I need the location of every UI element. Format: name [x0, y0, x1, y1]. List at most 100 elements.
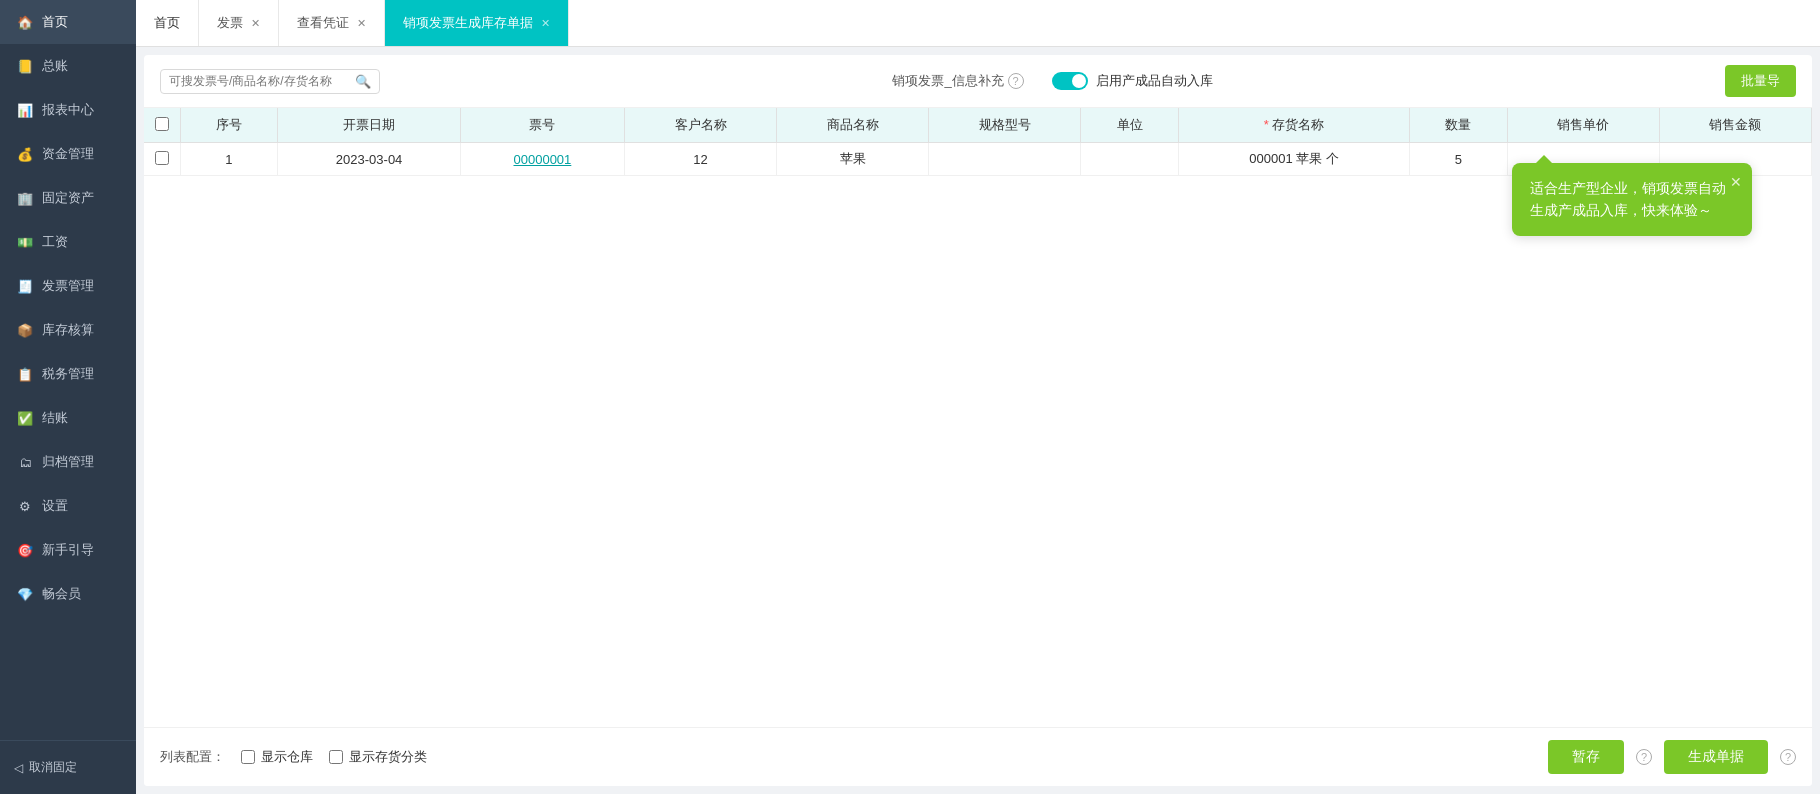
- sidebar-item-home-label: 首页: [42, 13, 68, 31]
- sidebar-item-ledger-label: 总账: [42, 57, 68, 75]
- sidebar-item-settings-label: 设置: [42, 497, 68, 515]
- info-icon-tooltip[interactable]: ?: [1008, 73, 1024, 89]
- guide-icon: 🎯: [16, 541, 34, 559]
- sidebar-item-settlement[interactable]: ✅ 结账: [0, 396, 136, 440]
- tab-invoice-close[interactable]: ✕: [251, 17, 260, 30]
- tab-invoice-label: 发票: [217, 14, 243, 32]
- sidebar-item-home[interactable]: 🏠 首页: [0, 0, 136, 44]
- table-header-row: 序号 开票日期 票号 客户名称 商品名称 规格型号 单位 存货名称 数量 销售单…: [144, 108, 1812, 143]
- toggle-group: 启用产成品自动入库: [1052, 72, 1213, 90]
- th-qty: 数量: [1409, 108, 1507, 143]
- sidebar-item-report-label: 报表中心: [42, 101, 94, 119]
- th-inventory: 存货名称: [1179, 108, 1409, 143]
- tab-home-label: 首页: [154, 14, 180, 32]
- tab-cancel-invoice[interactable]: 销项发票生成库存单据 ✕: [385, 0, 569, 46]
- sidebar-item-guide[interactable]: 🎯 新手引导: [0, 528, 136, 572]
- th-unit: 单位: [1081, 108, 1179, 143]
- th-unit-price: 销售单价: [1507, 108, 1659, 143]
- sidebar-item-fixed-assets[interactable]: 🏢 固定资产: [0, 176, 136, 220]
- th-date: 开票日期: [278, 108, 460, 143]
- sidebar-item-invoice-mgmt[interactable]: 🧾 发票管理: [0, 264, 136, 308]
- save-button[interactable]: 暂存: [1548, 740, 1624, 774]
- td-seq: 1: [180, 143, 278, 176]
- sidebar-item-inventory-label: 库存核算: [42, 321, 94, 339]
- save-help-icon[interactable]: ?: [1636, 749, 1652, 765]
- inventory-icon: 📦: [16, 321, 34, 339]
- search-icon[interactable]: 🔍: [355, 74, 371, 89]
- info-label-group: 销项发票_信息补充 ?: [892, 72, 1023, 90]
- td-date: 2023-03-04: [278, 143, 460, 176]
- settlement-icon: ✅: [16, 409, 34, 427]
- archive-icon: 🗂: [16, 453, 34, 471]
- tab-cancel-invoice-label: 销项发票生成库存单据: [403, 14, 533, 32]
- tax-icon: 📋: [16, 365, 34, 383]
- tooltip-close-icon[interactable]: ✕: [1730, 171, 1742, 193]
- sidebar-item-invoice-mgmt-label: 发票管理: [42, 277, 94, 295]
- sidebar-item-inventory[interactable]: 📦 库存核算: [0, 308, 136, 352]
- sidebar-item-salary[interactable]: 💵 工资: [0, 220, 136, 264]
- th-amount: 销售金额: [1659, 108, 1811, 143]
- td-spec: [929, 143, 1081, 176]
- th-customer: 客户名称: [625, 108, 777, 143]
- sidebar-item-capital[interactable]: 💰 资金管理: [0, 132, 136, 176]
- show-inventory-category-checkbox[interactable]: [329, 750, 343, 764]
- vip-icon: 💎: [16, 585, 34, 603]
- sidebar: 🏠 首页 📒 总账 📊 报表中心 💰 资金管理 🏢 固定资产 💵 工资 🧾 发票…: [0, 0, 136, 794]
- td-customer: 12: [625, 143, 777, 176]
- footer-actions: 暂存 ? 生成单据 ?: [1548, 740, 1796, 774]
- info-label-text: 销项发票_信息补充: [892, 72, 1003, 90]
- cancel-fixed-button[interactable]: ◁ 取消固定: [0, 749, 136, 786]
- row-checkbox[interactable]: [155, 151, 169, 165]
- sidebar-item-tax[interactable]: 📋 税务管理: [0, 352, 136, 396]
- th-product: 商品名称: [777, 108, 929, 143]
- sidebar-item-settlement-label: 结账: [42, 409, 68, 427]
- tooltip-text: 适合生产型企业，销项发票自动生成产成品入库，快来体验～: [1530, 180, 1726, 218]
- show-inventory-category-text: 显示存货分类: [349, 748, 427, 766]
- fixed-assets-icon: 🏢: [16, 189, 34, 207]
- home-icon: 🏠: [16, 13, 34, 31]
- toggle-label: 启用产成品自动入库: [1096, 72, 1213, 90]
- search-input[interactable]: [169, 74, 349, 88]
- cancel-fixed-label: 取消固定: [29, 759, 77, 776]
- show-warehouse-label[interactable]: 显示仓库: [261, 748, 313, 766]
- td-product: 苹果: [777, 143, 929, 176]
- tab-voucher[interactable]: 查看凭证 ✕: [279, 0, 385, 46]
- content-area: 🔍 销项发票_信息补充 ? 启用产成品自动入库 批量导 序: [144, 55, 1812, 786]
- batch-button[interactable]: 批量导: [1725, 65, 1796, 97]
- td-ticket-no[interactable]: 00000001: [460, 143, 624, 176]
- footer-check-category: 显示存货分类: [329, 748, 427, 766]
- sidebar-item-report[interactable]: 📊 报表中心: [0, 88, 136, 132]
- tab-voucher-close[interactable]: ✕: [357, 17, 366, 30]
- show-inventory-category-label[interactable]: 显示存货分类: [349, 748, 427, 766]
- main-area: 首页 发票 ✕ 查看凭证 ✕ 销项发票生成库存单据 ✕ 🔍 销项发票_信息补充 …: [136, 0, 1820, 794]
- td-qty: 5: [1409, 143, 1507, 176]
- tab-invoice[interactable]: 发票 ✕: [199, 0, 279, 46]
- sidebar-item-vip[interactable]: 💎 畅会员: [0, 572, 136, 616]
- tab-voucher-label: 查看凭证: [297, 14, 349, 32]
- toolbar: 🔍 销项发票_信息补充 ? 启用产成品自动入库 批量导: [144, 55, 1812, 108]
- generate-help-icon[interactable]: ?: [1780, 749, 1796, 765]
- report-icon: 📊: [16, 101, 34, 119]
- generate-button[interactable]: 生成单据: [1664, 740, 1768, 774]
- show-warehouse-text: 显示仓库: [261, 748, 313, 766]
- sidebar-item-settings[interactable]: ⚙ 设置: [0, 484, 136, 528]
- footer-check-warehouse: 显示仓库: [241, 748, 313, 766]
- tab-home[interactable]: 首页: [136, 0, 199, 46]
- th-ticket-no: 票号: [460, 108, 624, 143]
- invoice-mgmt-icon: 🧾: [16, 277, 34, 295]
- td-unit: [1081, 143, 1179, 176]
- salary-icon: 💵: [16, 233, 34, 251]
- show-warehouse-checkbox[interactable]: [241, 750, 255, 764]
- td-checkbox: [144, 143, 180, 176]
- cancel-fixed-icon: ◁: [14, 761, 23, 775]
- auto-warehouse-toggle[interactable]: [1052, 72, 1088, 90]
- sidebar-item-ledger[interactable]: 📒 总账: [0, 44, 136, 88]
- tooltip-popover: ✕ 适合生产型企业，销项发票自动生成产成品入库，快来体验～: [1512, 163, 1752, 236]
- search-box[interactable]: 🔍: [160, 69, 380, 94]
- sidebar-item-archive[interactable]: 🗂 归档管理: [0, 440, 136, 484]
- select-all-checkbox[interactable]: [155, 117, 169, 131]
- capital-icon: 💰: [16, 145, 34, 163]
- sidebar-item-salary-label: 工资: [42, 233, 68, 251]
- sidebar-item-archive-label: 归档管理: [42, 453, 94, 471]
- tab-cancel-invoice-close[interactable]: ✕: [541, 17, 550, 30]
